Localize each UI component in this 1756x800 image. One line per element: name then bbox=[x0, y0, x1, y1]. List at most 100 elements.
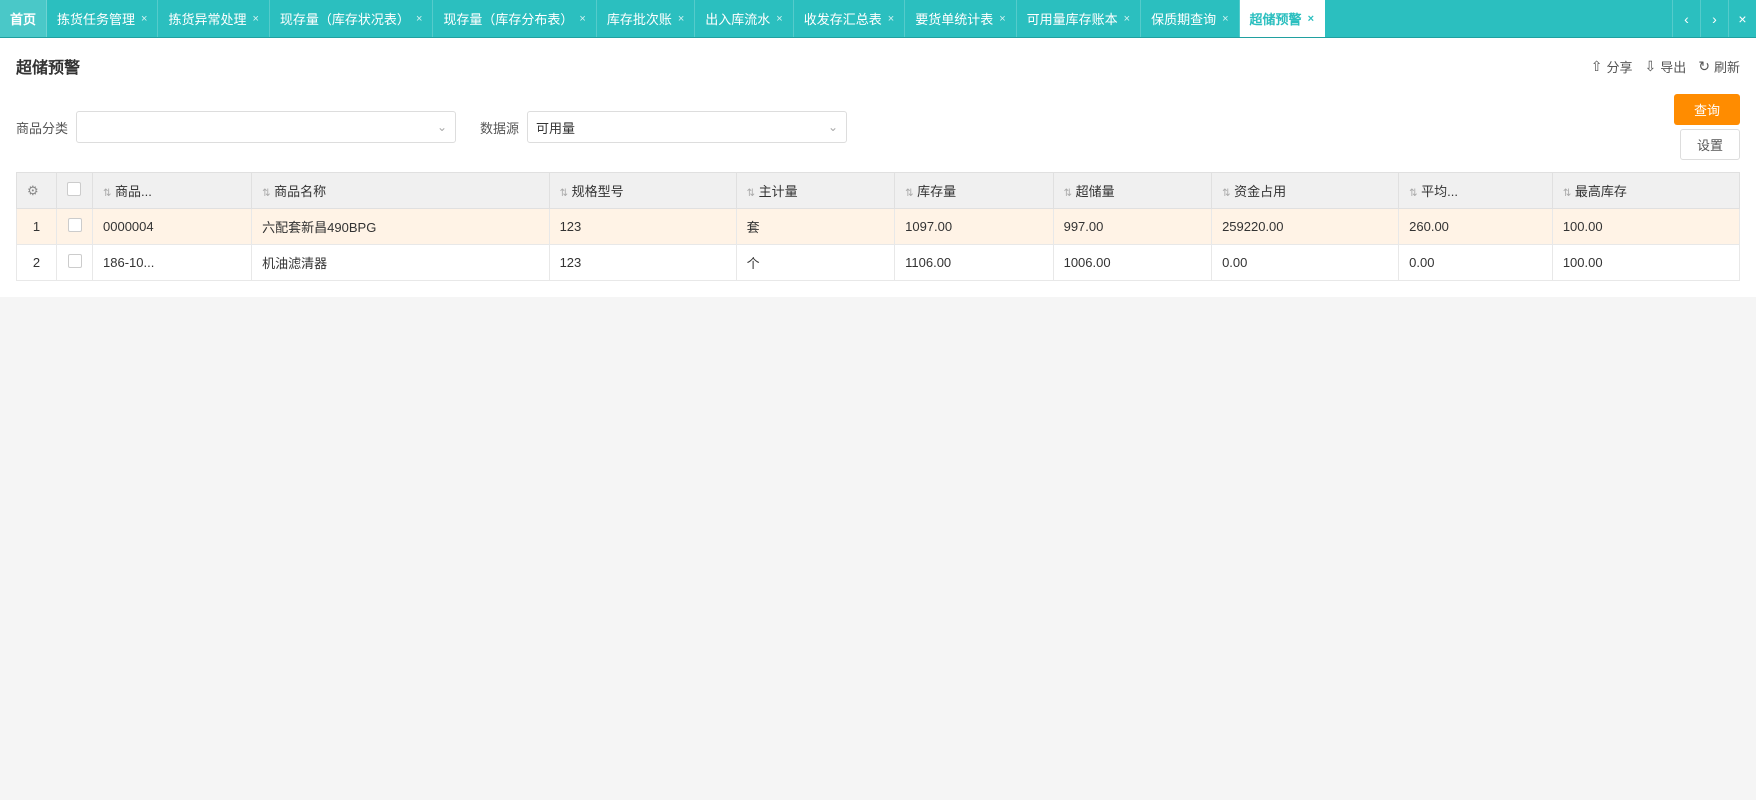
th-product-code[interactable]: ⇅ 商品... bbox=[93, 173, 252, 209]
cell-spec-1: 123 bbox=[549, 245, 736, 281]
th-sort-icon: ⇅ bbox=[1563, 188, 1571, 199]
cell-stock-1: 1106.00 bbox=[895, 245, 1053, 281]
th-sort-icon: ⇅ bbox=[905, 188, 913, 199]
th-overstock[interactable]: ⇅ 超储量 bbox=[1053, 173, 1211, 209]
th-checkbox bbox=[57, 173, 93, 209]
nav-tab-exception[interactable]: 拣货异常处理× bbox=[158, 0, 269, 38]
row-checkbox-1[interactable] bbox=[68, 254, 82, 268]
export-icon: ⇩ bbox=[1645, 58, 1657, 75]
cell-overstock-0: 997.00 bbox=[1053, 209, 1211, 245]
nav-tab-expiry[interactable]: 保质期查询× bbox=[1141, 0, 1239, 38]
row-checkbox-cell-0 bbox=[57, 209, 93, 245]
th-sort-icon: ⇅ bbox=[1222, 188, 1230, 199]
settings-button[interactable]: 设置 bbox=[1680, 129, 1740, 160]
refresh-icon: ↻ bbox=[1698, 58, 1710, 75]
nav-tab-summary[interactable]: 收发存汇总表× bbox=[794, 0, 905, 38]
share-button[interactable]: ⇧ 分享 bbox=[1591, 57, 1633, 76]
th-capital[interactable]: ⇅ 资金占用 bbox=[1212, 173, 1399, 209]
nav-tab-batch[interactable]: 库存批次账× bbox=[597, 0, 695, 38]
nav-tab-close-inventory-dist[interactable]: × bbox=[579, 13, 585, 25]
th-sort-icon: ⇅ bbox=[1409, 188, 1417, 199]
cell-product_name-1: 机油滤清器 bbox=[252, 245, 549, 281]
nav-tab-close-batch[interactable]: × bbox=[678, 13, 684, 25]
th-sort-icon: ⇅ bbox=[747, 188, 755, 199]
share-icon: ⇧ bbox=[1591, 58, 1603, 75]
th-avg[interactable]: ⇅ 平均... bbox=[1399, 173, 1553, 209]
cell-max_stock-1: 100.00 bbox=[1552, 245, 1739, 281]
filter-buttons: 查询 设置 bbox=[1674, 94, 1740, 160]
cell-product_code-1: 186-10... bbox=[93, 245, 252, 281]
refresh-button[interactable]: ↻ 刷新 bbox=[1698, 57, 1740, 76]
nav-tab-available[interactable]: 可用量库存账本× bbox=[1017, 0, 1141, 38]
cell-capital-1: 0.00 bbox=[1212, 245, 1399, 281]
nav-tab-order-stat[interactable]: 要货单统计表× bbox=[905, 0, 1016, 38]
row-number-0: 1 bbox=[17, 209, 57, 245]
th-stock[interactable]: ⇅ 库存量 bbox=[895, 173, 1053, 209]
cell-spec-0: 123 bbox=[549, 209, 736, 245]
category-label: 商品分类 bbox=[16, 118, 68, 137]
nav-tab-task-mgmt[interactable]: 拣货任务管理× bbox=[47, 0, 158, 38]
cell-unit-1: 个 bbox=[736, 245, 894, 281]
nav-tab-inventory-status[interactable]: 现存量（库存状况表）× bbox=[270, 0, 433, 38]
nav-arrows: ‹ › × bbox=[1672, 0, 1756, 38]
datasource-filter-group: 数据源 可用量 ⌄ bbox=[480, 111, 847, 143]
nav-tab-close-expiry[interactable]: × bbox=[1222, 13, 1228, 25]
cell-capital-0: 259220.00 bbox=[1212, 209, 1399, 245]
table-header-row: ⚙ ⇅ 商品... ⇅ 商品名称 ⇅ 规格型号 ⇅ bbox=[17, 173, 1740, 209]
nav-tab-close-order-stat[interactable]: × bbox=[999, 13, 1005, 25]
nav-tab-close-inventory-status[interactable]: × bbox=[416, 13, 422, 25]
top-nav: 首页拣货任务管理×拣货异常处理×现存量（库存状况表）×现存量（库存分布表）×库存… bbox=[0, 0, 1756, 38]
cell-overstock-1: 1006.00 bbox=[1053, 245, 1211, 281]
category-select-arrow-icon: ⌄ bbox=[437, 120, 447, 134]
row-number-1: 2 bbox=[17, 245, 57, 281]
table-row: 10000004六配套新昌490BPG123套1097.00997.002592… bbox=[17, 209, 1740, 245]
th-sort-icon: ⇅ bbox=[1064, 188, 1072, 199]
nav-tab-close-summary[interactable]: × bbox=[888, 13, 894, 25]
th-spec[interactable]: ⇅ 规格型号 bbox=[549, 173, 736, 209]
cell-avg-1: 0.00 bbox=[1399, 245, 1553, 281]
nav-tab-close-task-mgmt[interactable]: × bbox=[141, 13, 147, 25]
nav-next-btn[interactable]: › bbox=[1700, 0, 1728, 38]
th-product-name[interactable]: ⇅ 商品名称 bbox=[252, 173, 549, 209]
datasource-select[interactable]: 可用量 ⌄ bbox=[527, 111, 847, 143]
nav-prev-btn[interactable]: ‹ bbox=[1672, 0, 1700, 38]
nav-close-all-btn[interactable]: × bbox=[1728, 0, 1756, 38]
datasource-select-arrow-icon: ⌄ bbox=[828, 120, 838, 134]
nav-tab-home[interactable]: 首页 bbox=[0, 0, 47, 38]
header-actions: ⇧ 分享 ⇩ 导出 ↻ 刷新 bbox=[1591, 57, 1740, 76]
filter-row: 商品分类 ⌄ 数据源 可用量 ⌄ 查询 设置 bbox=[16, 94, 1740, 160]
th-max-stock[interactable]: ⇅ 最高库存 bbox=[1552, 173, 1739, 209]
page-header: 超储预警 ⇧ 分享 ⇩ 导出 ↻ 刷新 bbox=[16, 54, 1740, 78]
cell-avg-0: 260.00 bbox=[1399, 209, 1553, 245]
nav-tab-close-flow[interactable]: × bbox=[776, 13, 782, 25]
row-checkbox-0[interactable] bbox=[68, 218, 82, 232]
table-row: 2186-10...机油滤清器123个1106.001006.000.000.0… bbox=[17, 245, 1740, 281]
nav-tab-inventory-dist[interactable]: 现存量（库存分布表）× bbox=[433, 0, 596, 38]
th-unit[interactable]: ⇅ 主计量 bbox=[736, 173, 894, 209]
cell-product_name-0: 六配套新昌490BPG bbox=[252, 209, 549, 245]
select-all-checkbox[interactable] bbox=[67, 182, 81, 196]
data-table: ⚙ ⇅ 商品... ⇅ 商品名称 ⇅ 规格型号 ⇅ bbox=[16, 172, 1740, 281]
th-sort-icon: ⇅ bbox=[560, 188, 568, 199]
th-settings: ⚙ bbox=[17, 173, 57, 209]
page-content: 超储预警 ⇧ 分享 ⇩ 导出 ↻ 刷新 商品分类 ⌄ 数据源 bbox=[0, 38, 1756, 297]
nav-tab-close-exception[interactable]: × bbox=[252, 13, 258, 25]
cell-max_stock-0: 100.00 bbox=[1552, 209, 1739, 245]
query-button[interactable]: 查询 bbox=[1674, 94, 1740, 125]
row-checkbox-cell-1 bbox=[57, 245, 93, 281]
nav-tab-close-available[interactable]: × bbox=[1124, 13, 1130, 25]
nav-tab-close-overstock[interactable]: × bbox=[1308, 13, 1314, 25]
page-title: 超储预警 bbox=[16, 54, 80, 78]
category-filter-group: 商品分类 ⌄ bbox=[16, 111, 456, 143]
cell-stock-0: 1097.00 bbox=[895, 209, 1053, 245]
export-button[interactable]: ⇩ 导出 bbox=[1645, 57, 1687, 76]
datasource-label: 数据源 bbox=[480, 118, 519, 137]
nav-tab-flow[interactable]: 出入库流水× bbox=[695, 0, 793, 38]
th-sort-icon: ⇅ bbox=[103, 188, 111, 199]
nav-tab-overstock[interactable]: 超储预警× bbox=[1240, 0, 1325, 38]
category-select[interactable]: ⌄ bbox=[76, 111, 456, 143]
table-settings-icon[interactable]: ⚙ bbox=[27, 183, 43, 199]
th-sort-icon: ⇅ bbox=[262, 188, 270, 199]
datasource-select-value: 可用量 bbox=[536, 118, 575, 137]
table-body: 10000004六配套新昌490BPG123套1097.00997.002592… bbox=[17, 209, 1740, 281]
